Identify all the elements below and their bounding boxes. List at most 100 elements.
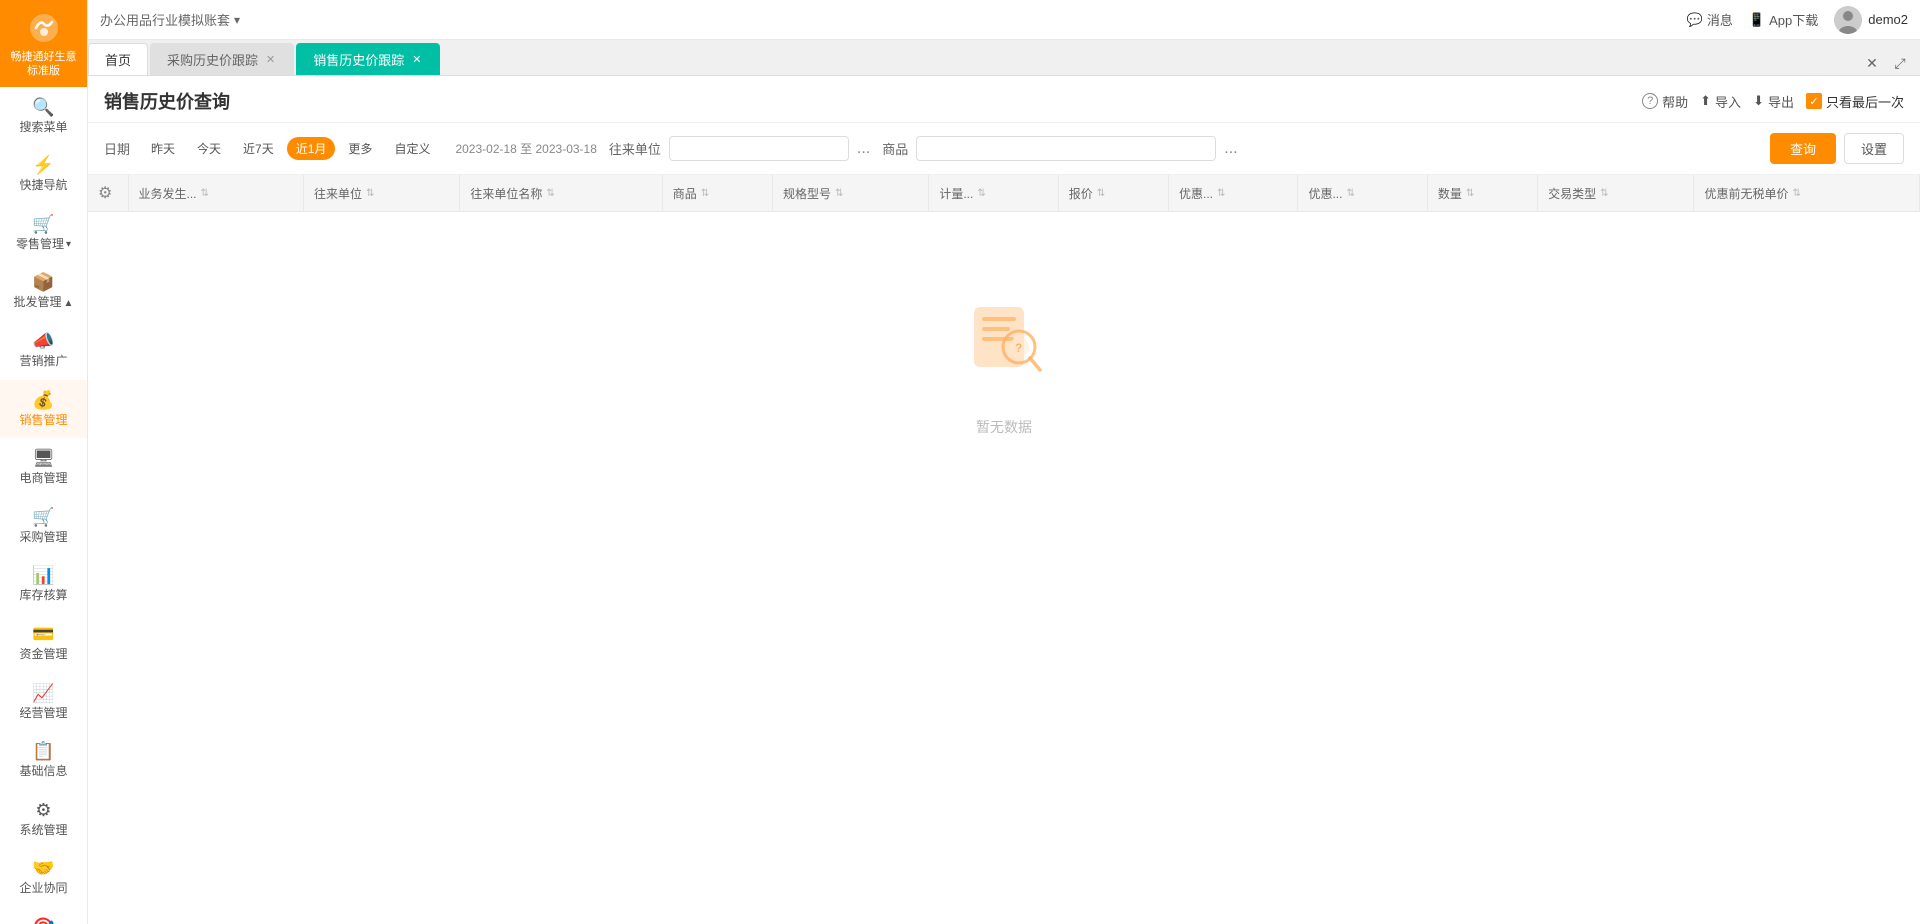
date-btn-today[interactable]: 今天	[188, 137, 230, 160]
col-unit[interactable]: 计量... ⇅	[929, 175, 1058, 212]
col-product[interactable]: 商品 ⇅	[662, 175, 772, 212]
date-btn-custom[interactable]: 自定义	[385, 137, 439, 160]
app-logo[interactable]: 畅捷通好生意 标准版	[0, 0, 87, 87]
query-button[interactable]: 查询	[1770, 133, 1836, 164]
table-area: ⚙ 业务发生... ⇅ 往来单位 ⇅	[88, 175, 1920, 924]
close-window-button[interactable]: ✕	[1860, 51, 1884, 75]
checkbox-icon: ✓	[1806, 93, 1822, 109]
sales-icon: 💰	[32, 390, 54, 411]
sidebar-item-marketing[interactable]: 📣 营销推广	[0, 321, 87, 380]
sidebar-item-quick-nav[interactable]: ⚡ 快捷导航	[0, 145, 87, 204]
sidebar-item-label: 销售管理	[19, 413, 67, 429]
col-pretax-price[interactable]: 优惠前无税单价 ⇅	[1694, 175, 1920, 212]
user-menu[interactable]: demo2	[1834, 6, 1908, 34]
only-last-checkbox[interactable]: ✓ 只看最后一次	[1806, 92, 1904, 111]
sidebar-item-label: 经营管理	[19, 706, 67, 722]
tab-purchase-label: 采购历史价跟踪	[167, 50, 258, 69]
sidebar-item-label: 批发管理	[14, 295, 62, 311]
counterpart-label: 往来单位	[609, 139, 661, 158]
export-label: 导出	[1768, 92, 1794, 111]
help-label: 帮助	[1662, 92, 1688, 111]
product-more-icon[interactable]: ...	[1224, 140, 1237, 158]
page-header: 销售历史价查询 ? 帮助 ⬆ 导入 ⬇ 导出 ✓ 只看最后一次	[88, 76, 1920, 123]
message-label: 消息	[1707, 10, 1733, 29]
col-settings[interactable]: ⚙	[88, 175, 128, 212]
wholesale-icon: 📦	[32, 272, 54, 293]
col-price[interactable]: 报价 ⇅	[1058, 175, 1168, 212]
help-icon: ?	[1642, 93, 1658, 109]
breadcrumb-dropdown-icon[interactable]: ▾	[234, 13, 240, 27]
sidebar-item-label: 库存核算	[19, 588, 67, 604]
app-download-action[interactable]: 📱 App下载	[1749, 10, 1818, 29]
logo-icon	[24, 8, 64, 48]
date-filter-label: 日期	[104, 139, 130, 158]
col-price-label: 报价	[1069, 185, 1093, 202]
col-trade-type-label: 交易类型	[1548, 185, 1596, 202]
col-discount1-label: 优惠...	[1179, 185, 1213, 202]
sidebar-item-label: 搜索菜单	[19, 120, 67, 136]
table-settings-icon[interactable]: ⚙	[98, 185, 112, 202]
tab-home-label: 首页	[105, 50, 131, 69]
help-action[interactable]: ? 帮助	[1642, 92, 1688, 111]
sidebar-item-label: 企业协同	[19, 881, 67, 897]
tab-sales-close-icon[interactable]: ✕	[410, 51, 423, 68]
date-btn-yesterday[interactable]: 昨天	[142, 137, 184, 160]
system-icon: ⚙	[35, 800, 51, 821]
counterpart-input[interactable]	[669, 136, 849, 161]
maximize-window-button[interactable]: ⤢	[1888, 51, 1912, 75]
app-download-label: App下载	[1769, 10, 1818, 29]
sidebar-item-sales-mgmt[interactable]: 💰 销售管理	[0, 380, 87, 439]
col-counterpart-name[interactable]: 往来单位名称 ⇅	[460, 175, 662, 212]
date-btn-more[interactable]: 更多	[339, 137, 381, 160]
sidebar-item-basic-info[interactable]: 📋 基础信息	[0, 731, 87, 790]
col-discount2-label: 优惠...	[1308, 185, 1342, 202]
tab-purchase-close-icon[interactable]: ✕	[264, 51, 277, 68]
col-counterpart[interactable]: 往来单位 ⇅	[304, 175, 460, 212]
col-spec[interactable]: 规格型号 ⇅	[773, 175, 929, 212]
filter-area: 日期 昨天 今天 近7天 近1月 更多 自定义 2023-02-18 至 202…	[88, 123, 1920, 175]
date-btn-last7days[interactable]: 近7天	[234, 137, 283, 160]
export-icon: ⬇	[1753, 93, 1764, 109]
filter-actions: 查询 设置	[1770, 133, 1904, 164]
sidebar-item-finance[interactable]: 💳 资金管理	[0, 614, 87, 673]
sidebar-item-label: 电商管理	[19, 471, 67, 487]
collab-icon: 🤝	[32, 858, 54, 879]
message-action[interactable]: 💬 消息	[1687, 10, 1733, 29]
col-business-date[interactable]: 业务发生... ⇅	[128, 175, 304, 212]
sidebar-item-ecommerce[interactable]: 🖥 电商管理	[0, 438, 87, 497]
sidebar-item-enterprise-collab[interactable]: 🤝 企业协同	[0, 848, 87, 907]
purchase-icon: 🛒	[32, 507, 54, 528]
basic-info-icon: 📋	[32, 741, 54, 762]
sidebar-item-purchase-mgmt[interactable]: 🛒 采购管理	[0, 497, 87, 556]
sort-icon: ⇅	[1097, 188, 1105, 199]
settings-button[interactable]: 设置	[1844, 133, 1904, 164]
breadcrumb-text: 办公用品行业模拟账套	[100, 10, 230, 29]
sidebar-item-wholesale-mgmt[interactable]: 📦 批发管理 ▲	[0, 262, 87, 321]
tab-home[interactable]: 首页	[88, 43, 148, 75]
message-icon: 💬	[1687, 12, 1703, 28]
tab-purchase-history[interactable]: 采购历史价跟踪 ✕	[150, 43, 294, 75]
sidebar-item-system-mgmt[interactable]: ⚙ 系统管理	[0, 790, 87, 849]
ecommerce-icon: 🖥	[32, 448, 55, 469]
sort-icon: ⇅	[1217, 188, 1225, 199]
sort-icon: ⇅	[201, 188, 209, 199]
col-quantity[interactable]: 数量 ⇅	[1427, 175, 1537, 212]
sidebar-item-search-menu[interactable]: 🔍 搜索菜单	[0, 87, 87, 146]
tab-sales-history[interactable]: 销售历史价跟踪 ✕	[296, 43, 440, 75]
col-trade-type[interactable]: 交易类型 ⇅	[1538, 175, 1694, 212]
sidebar-item-inventory[interactable]: 📊 库存核算	[0, 555, 87, 614]
col-discount1[interactable]: 优惠... ⇅	[1169, 175, 1298, 212]
product-input[interactable]	[916, 136, 1216, 161]
col-discount2[interactable]: 优惠... ⇅	[1298, 175, 1427, 212]
sort-icon: ⇅	[1466, 188, 1474, 199]
import-action[interactable]: ⬆ 导入	[1700, 92, 1741, 111]
page-header-actions: ? 帮助 ⬆ 导入 ⬇ 导出 ✓ 只看最后一次	[1642, 92, 1904, 111]
counterpart-more-icon[interactable]: ...	[857, 140, 870, 158]
sidebar-item-operations[interactable]: 📈 经营管理	[0, 673, 87, 732]
sidebar-item-retail-mgmt[interactable]: 🛒 零售管理 ▾	[0, 204, 87, 263]
export-action[interactable]: ⬇ 导出	[1753, 92, 1794, 111]
sort-icon: ⇅	[366, 188, 374, 199]
sidebar-item-new-guide[interactable]: 🎯 新手引导	[0, 907, 87, 924]
quick-nav-icon: ⚡	[32, 155, 54, 176]
date-btn-last1month[interactable]: 近1月	[287, 137, 336, 160]
